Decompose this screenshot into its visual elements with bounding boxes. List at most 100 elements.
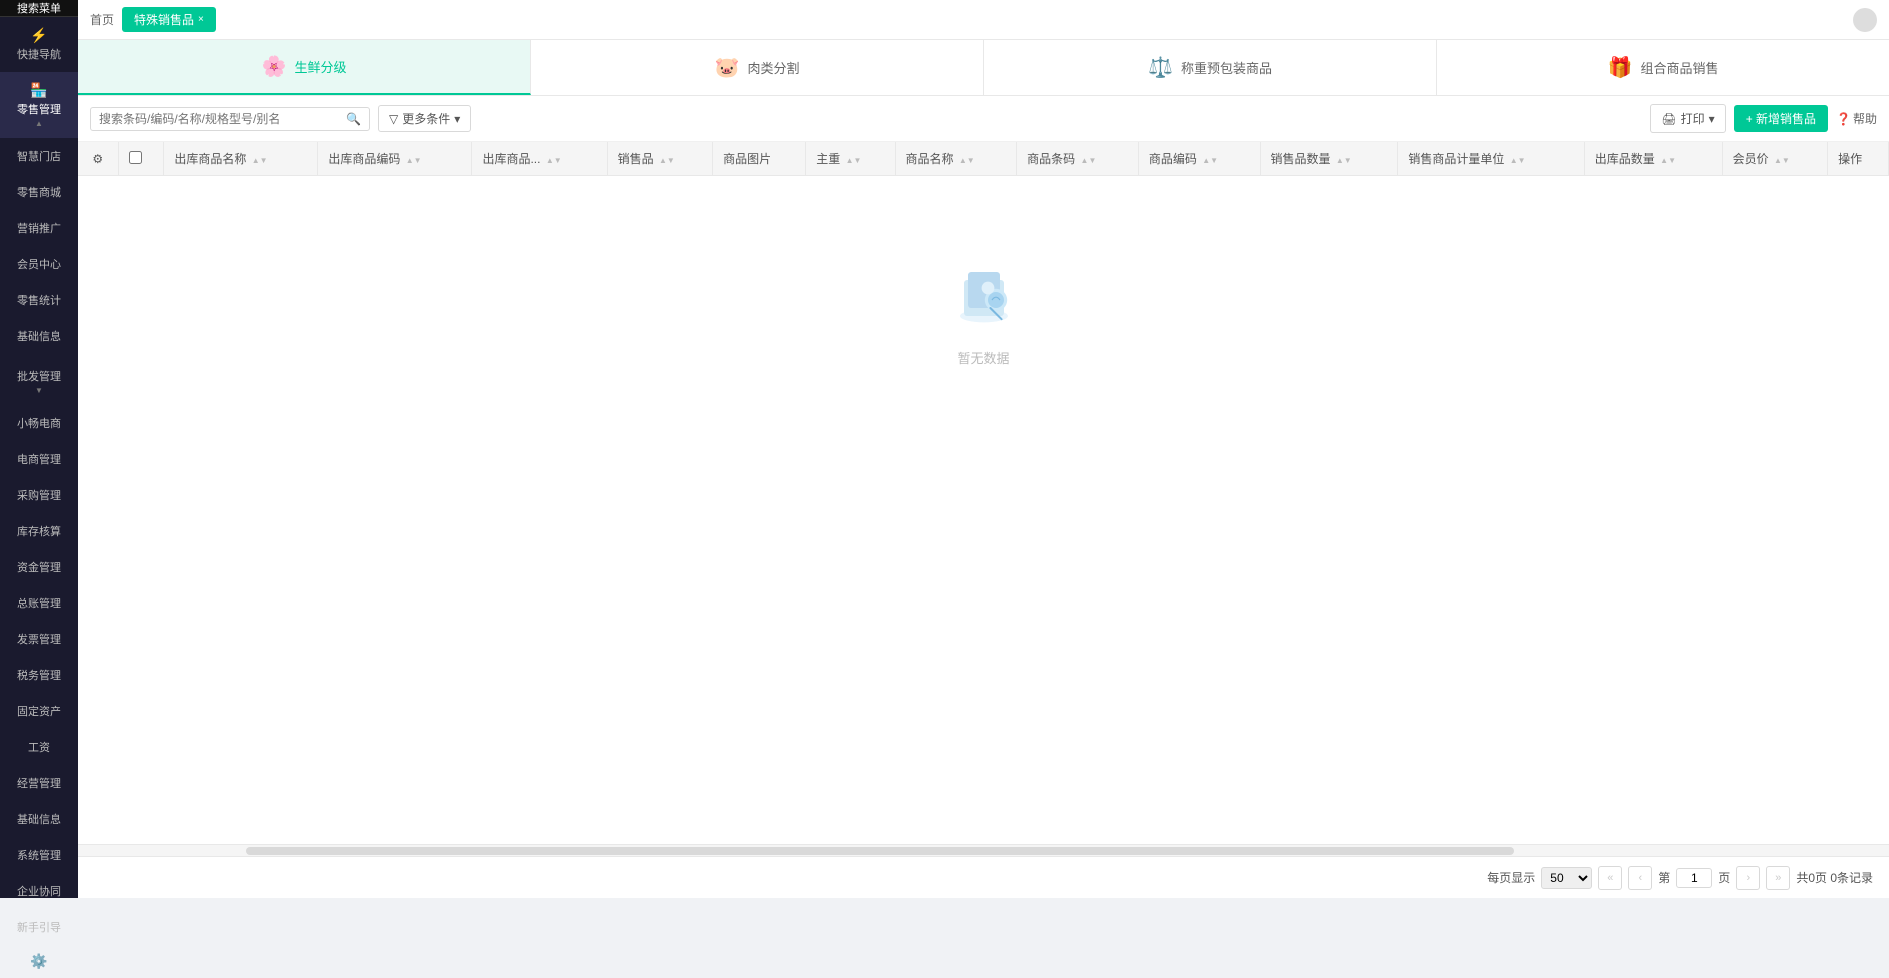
first-page-button[interactable]: «: [1598, 866, 1622, 890]
sidebar-item-smart-store[interactable]: 智慧门店: [0, 138, 78, 174]
wholesale-mgmt-arrow: ▼: [35, 386, 43, 395]
sidebar-item-basic-info[interactable]: 基础信息: [0, 318, 78, 354]
toolbar-right: 🖨 打印 ▾ + 新增销售品 ❓ 帮助: [1650, 104, 1877, 133]
col-out-product-code[interactable]: 出库商品编码 ▲▼: [318, 142, 472, 176]
col-out-product-name[interactable]: 出库商品名称 ▲▼: [164, 142, 318, 176]
next-page-button[interactable]: ›: [1736, 866, 1760, 890]
col-settings[interactable]: ⚙: [78, 142, 118, 176]
pagination-controls: 每页显示 50 10 20 100 « ‹ 第 页 › » 共0页 0条记录: [1487, 866, 1873, 890]
sidebar-item-newbie[interactable]: 新手引导: [0, 909, 78, 945]
sidebar-item-retail-stats[interactable]: 零售统计: [0, 282, 78, 318]
sort-arrows: ▲▼: [1774, 156, 1790, 165]
col-product-barcode[interactable]: 商品条码 ▲▼: [1017, 142, 1139, 176]
active-tab[interactable]: 特殊销售品 ×: [122, 7, 216, 32]
sidebar-item-sys-mgmt[interactable]: 系统管理: [0, 837, 78, 873]
sidebar-bottom: ⚙️: [0, 945, 78, 978]
data-table: ⚙ 出库商品名称 ▲▼ 出库商品编码 ▲▼ 出库商品... ▲▼: [78, 142, 1889, 176]
print-icon: 🖨: [1661, 112, 1676, 126]
prev-page-button[interactable]: ‹: [1628, 866, 1652, 890]
col-out-product-x[interactable]: 出库商品... ▲▼: [472, 142, 607, 176]
close-tab-button[interactable]: ×: [198, 14, 204, 25]
col-product-name[interactable]: 商品名称 ▲▼: [895, 142, 1017, 176]
scrollbar-thumb[interactable]: [246, 847, 1514, 855]
tab-fresh-grade[interactable]: 🌸 生鲜分级: [78, 40, 531, 95]
sidebar-item-finance[interactable]: 资金管理: [0, 549, 78, 585]
sidebar-item-label: 批发管理: [17, 368, 61, 384]
settings-icon[interactable]: ⚙️: [30, 953, 47, 969]
sidebar-item-invoice-mgmt[interactable]: 发票管理: [0, 621, 78, 657]
sidebar-item-label: 系统管理: [17, 847, 61, 863]
table-wrapper: ⚙ 出库商品名称 ▲▼ 出库商品编码 ▲▼ 出库商品... ▲▼: [78, 142, 1889, 844]
sidebar-item-label: 小畅电商: [17, 415, 61, 431]
search-icon[interactable]: 🔍: [346, 112, 361, 126]
sidebar-item-ops-mgmt[interactable]: 经营管理: [0, 765, 78, 801]
sidebar-item-purchase-mgmt[interactable]: 采购管理: [0, 477, 78, 513]
total-records-label: 共0页 0条记录: [1796, 869, 1873, 886]
sidebar-item-basic-info2[interactable]: 基础信息: [0, 801, 78, 837]
sidebar-logo[interactable]: 搜索菜单: [0, 0, 78, 17]
tab-meat-split[interactable]: 🐷 肉类分割: [531, 40, 984, 95]
col-gross-weight[interactable]: 主重 ▲▼: [806, 142, 895, 176]
category-tabs: 🌸 生鲜分级 🐷 肉类分割 ⚖️ 称重预包装商品 🎁 组合商品销售: [78, 40, 1889, 96]
sidebar-item-label: 库存核算: [17, 523, 61, 539]
tab-weight-prepack[interactable]: ⚖️ 称重预包装商品: [984, 40, 1437, 95]
sidebar-item-wages[interactable]: 工资: [0, 729, 78, 765]
per-page-select[interactable]: 50 10 20 100: [1541, 867, 1592, 889]
sidebar-item-retail-mall[interactable]: 零售商城: [0, 174, 78, 210]
sidebar-item-ecom-mgmt[interactable]: 电商管理: [0, 441, 78, 477]
last-page-button[interactable]: »: [1766, 866, 1790, 890]
page-prefix-label: 第: [1658, 869, 1670, 886]
col-member-price[interactable]: 会员价 ▲▼: [1722, 142, 1827, 176]
sidebar-item-label: 快捷导航: [17, 46, 61, 62]
search-box[interactable]: 🔍: [90, 107, 370, 131]
sort-arrows: ▲▼: [1660, 156, 1676, 165]
sidebar-item-mini-ecom[interactable]: 小畅电商: [0, 405, 78, 441]
col-product-code[interactable]: 商品编码 ▲▼: [1138, 142, 1260, 176]
sort-arrows: ▲▼: [846, 156, 862, 165]
sidebar-item-wholesale-mgmt[interactable]: 批发管理 ▼: [0, 358, 78, 405]
sidebar-item-tax-mgmt[interactable]: 税务管理: [0, 657, 78, 693]
sort-arrows: ▲▼: [1510, 156, 1526, 165]
col-sales-qty[interactable]: 销售品数量 ▲▼: [1260, 142, 1398, 176]
col-out-qty[interactable]: 出库品数量 ▲▼: [1584, 142, 1722, 176]
col-sales-unit[interactable]: 销售商品计量单位 ▲▼: [1398, 142, 1584, 176]
sidebar-item-fixed-assets[interactable]: 固定资产: [0, 693, 78, 729]
per-page-label: 每页显示: [1487, 869, 1535, 886]
col-product-image[interactable]: 商品图片: [713, 142, 806, 176]
print-arrow: ▾: [1709, 112, 1715, 126]
page-number-input[interactable]: [1676, 868, 1712, 888]
sidebar-item-label: 电商管理: [17, 451, 61, 467]
col-checkbox[interactable]: [118, 142, 164, 176]
topbar-home[interactable]: 首页: [90, 11, 114, 28]
filter-icon: ▽: [389, 112, 398, 126]
sidebar-item-enterprise[interactable]: 企业协同: [0, 873, 78, 909]
sidebar-item-label: 零售商城: [17, 184, 61, 200]
help-button[interactable]: ❓ 帮助: [1836, 110, 1877, 127]
col-actions: 操作: [1828, 142, 1889, 176]
sidebar-item-label: 总账管理: [17, 595, 61, 611]
add-sales-product-button[interactable]: + 新增销售品: [1734, 105, 1828, 132]
sidebar-item-label: 零售统计: [17, 292, 61, 308]
sidebar-item-label: 采购管理: [17, 487, 61, 503]
user-avatar[interactable]: [1853, 8, 1877, 32]
main-area: 首页 特殊销售品 × 🌸 生鲜分级 🐷 肉类分割 ⚖️ 称重预包装商品: [78, 0, 1889, 898]
sidebar-item-inventory[interactable]: 库存核算: [0, 513, 78, 549]
select-all-checkbox[interactable]: [129, 151, 142, 164]
print-button[interactable]: 🖨 打印 ▾: [1650, 104, 1725, 133]
content-area: 🌸 生鲜分级 🐷 肉类分割 ⚖️ 称重预包装商品 🎁 组合商品销售 🔍: [78, 40, 1889, 898]
horizontal-scrollbar[interactable]: [78, 844, 1889, 856]
pagination: 每页显示 50 10 20 100 « ‹ 第 页 › » 共0页 0条记录: [78, 856, 1889, 898]
quick-nav-icon: ⚡: [30, 27, 47, 44]
empty-state: 暂无数据: [78, 176, 1889, 447]
sidebar-item-general-ledger[interactable]: 总账管理: [0, 585, 78, 621]
sidebar-item-sales-promo[interactable]: 营销推广: [0, 210, 78, 246]
sidebar-item-label: 零售管理: [17, 101, 61, 117]
search-input[interactable]: [99, 112, 342, 126]
sort-arrows: ▲▼: [959, 156, 975, 165]
sidebar-item-quick-nav[interactable]: ⚡ 快捷导航: [0, 17, 78, 72]
col-sales-product[interactable]: 销售品 ▲▼: [607, 142, 712, 176]
filter-button[interactable]: ▽ 更多条件 ▾: [378, 105, 471, 132]
sidebar-item-member-center[interactable]: 会员中心: [0, 246, 78, 282]
tab-combo-sales[interactable]: 🎁 组合商品销售: [1437, 40, 1889, 95]
sidebar-item-retail-mgmt[interactable]: 🏪 零售管理 ▲: [0, 72, 78, 138]
